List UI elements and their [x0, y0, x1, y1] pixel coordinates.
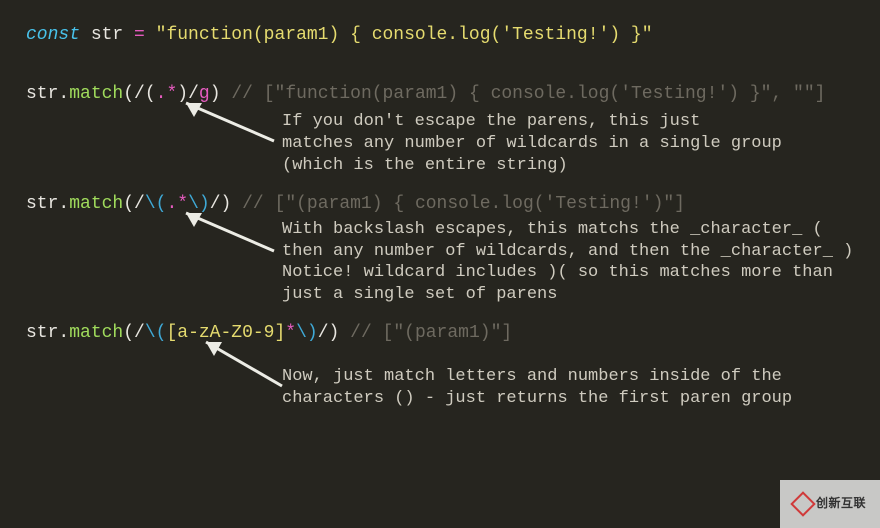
string-literal: "function(param1) { console.log('Testing… [156, 25, 653, 45]
code-line-match-3: str.match(/\([a-zA-Z0-9]*\)/) // ["(para… [26, 322, 854, 345]
explanation-text: With backslash escapes, this matchs the … [282, 219, 862, 306]
example-block-3: str.match(/\([a-zA-Z0-9]*\)/) // ["(para… [26, 322, 854, 345]
code-line-declaration: const str = "function(param1) { console.… [26, 24, 854, 47]
explanation-text: Now, just match letters and numbers insi… [282, 366, 862, 410]
keyword-const: const [26, 25, 80, 45]
logo-icon [790, 491, 815, 516]
watermark-badge: 创新互联 [780, 480, 880, 528]
regex-escape-close: \) [188, 194, 210, 214]
explanation-text: If you don't escape the parens, this jus… [282, 111, 862, 176]
watermark-text: 创新互联 [816, 496, 866, 512]
comment-result: // ["(param1)"] [350, 323, 512, 343]
regex-flag: g [199, 84, 210, 104]
method-match: match [69, 84, 123, 104]
operator-equals: = [134, 25, 145, 45]
arrow-icon [186, 342, 296, 402]
method-match: match [69, 194, 123, 214]
regex-body: .* [166, 194, 188, 214]
comment-result: // ["function(param1) { console.log('Tes… [231, 84, 825, 104]
var-name: str [80, 25, 134, 45]
regex-body: .* [156, 84, 178, 104]
regex-star: * [285, 323, 296, 343]
regex-escape-close: \) [296, 323, 318, 343]
comment-result: // ["(param1) { console.log('Testing!')"… [242, 194, 685, 214]
example-block-2: str.match(/\(.*\)/) // ["(param1) { cons… [26, 193, 854, 216]
regex-escape-open: \( [145, 194, 167, 214]
arrow-icon [166, 103, 276, 163]
example-block-1: str.match(/(.*)/g) // ["function(param1)… [26, 83, 854, 106]
method-match: match [69, 323, 123, 343]
regex-escape-open: \( [145, 323, 167, 343]
code-line-match-1: str.match(/(.*)/g) // ["function(param1)… [26, 83, 854, 106]
regex-char-class: [a-zA-Z0-9] [166, 323, 285, 343]
arrow-icon [166, 213, 276, 273]
code-line-match-2: str.match(/\(.*\)/) // ["(param1) { cons… [26, 193, 854, 216]
